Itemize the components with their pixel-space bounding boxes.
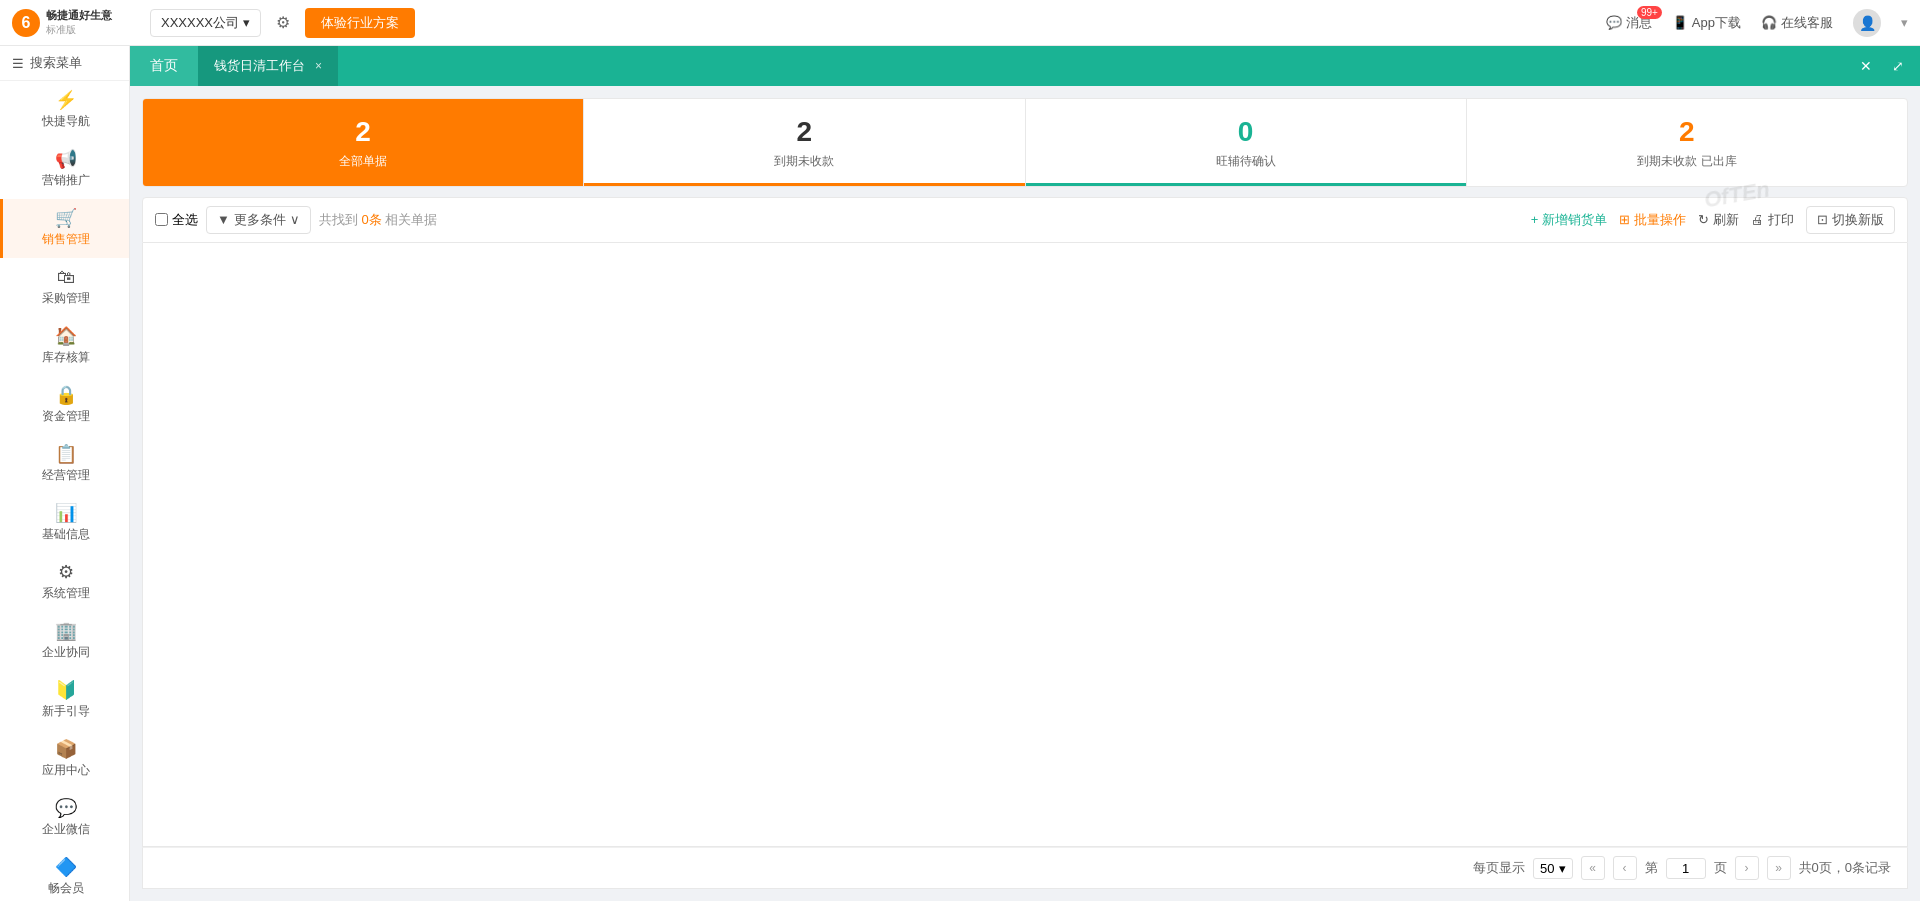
batch-ops-button[interactable]: ⊞ 批量操作 bbox=[1619, 211, 1686, 229]
content-area: 首页 钱货日清工作台 × ✕ ⤢ 2 全部单据 2 到期未收款 bbox=[130, 46, 1920, 901]
pending-indicator bbox=[1026, 183, 1466, 186]
search-icon: ☰ bbox=[12, 56, 24, 71]
guide-icon: 🔰 bbox=[55, 681, 77, 699]
next-page-button[interactable]: › bbox=[1735, 856, 1759, 880]
sidebar-item-system[interactable]: ⚙ 系统管理 bbox=[0, 553, 129, 612]
purchase-icon: 🛍 bbox=[57, 268, 75, 286]
tab-close-icon[interactable]: × bbox=[315, 59, 322, 73]
batch-icon: ⊞ bbox=[1619, 212, 1630, 227]
download-icon: 📱 bbox=[1672, 15, 1688, 30]
page-content: 2 全部单据 2 到期未收款 0 旺辅待确认 2 到期未收款 已出库 bbox=[130, 86, 1920, 901]
operation-icon: 📋 bbox=[55, 445, 77, 463]
quick-nav-icon: ⚡ bbox=[55, 91, 77, 109]
page-number-input[interactable] bbox=[1666, 858, 1706, 879]
prev-page-button[interactable]: ‹ bbox=[1613, 856, 1637, 880]
message-button[interactable]: 💬 消息 99+ bbox=[1606, 14, 1652, 32]
tab-bar: 首页 钱货日清工作台 × ✕ ⤢ bbox=[130, 46, 1920, 86]
inventory-icon: 🏠 bbox=[55, 327, 77, 345]
logo-icon: 6 bbox=[12, 9, 40, 37]
tab-expand-button[interactable]: ⤢ bbox=[1886, 54, 1910, 78]
refresh-icon: ↻ bbox=[1698, 212, 1709, 227]
filter-icon: ▼ bbox=[217, 212, 230, 227]
message-icon: 💬 bbox=[1606, 15, 1622, 30]
system-icon: ⚙ bbox=[58, 563, 74, 581]
sidebar-item-quick-nav[interactable]: ⚡ 快捷导航 bbox=[0, 81, 129, 140]
sidebar-item-finance[interactable]: 🔒 资金管理 bbox=[0, 376, 129, 435]
stat-card-overdue[interactable]: 2 到期未收款 bbox=[584, 99, 1025, 186]
filter-button[interactable]: ▼ 更多条件 ∨ bbox=[206, 206, 311, 234]
sidebar-item-apps[interactable]: 📦 应用中心 bbox=[0, 730, 129, 789]
sidebar-item-wechat[interactable]: 💬 企业微信 bbox=[0, 789, 129, 848]
tab-qhrc[interactable]: 钱货日清工作台 × bbox=[198, 46, 338, 86]
toolbar-right: + 新增销货单 ⊞ 批量操作 ↻ 刷新 🖨 打印 ⊡ bbox=[1531, 206, 1895, 234]
pagination-bar: 每页显示 50 ▾ « ‹ 第 页 › » 共0页，0条记录 bbox=[142, 847, 1908, 889]
chevron-down-icon: ▾ bbox=[243, 15, 250, 30]
company-selector[interactable]: XXXXXX公司 ▾ bbox=[150, 9, 261, 37]
stat-card-shipped[interactable]: 2 到期未收款 已出库 bbox=[1467, 99, 1907, 186]
chevron-filter-icon: ∨ bbox=[290, 212, 300, 227]
overdue-indicator bbox=[584, 183, 1024, 186]
main-layout: ☰ 搜索菜单 ⚡ 快捷导航 📢 营销推广 🛒 销售管理 🛍 采购管理 🏠 库存核… bbox=[0, 46, 1920, 901]
page-label: 第 bbox=[1645, 859, 1658, 877]
select-all-input[interactable] bbox=[155, 213, 168, 226]
service-icon: 🎧 bbox=[1761, 15, 1777, 30]
chevron-pagesize-icon: ▾ bbox=[1559, 861, 1566, 876]
online-service-button[interactable]: 🎧 在线客服 bbox=[1761, 14, 1833, 32]
user-name: ▾ bbox=[1901, 15, 1908, 30]
tab-minimize-button[interactable]: ✕ bbox=[1854, 54, 1878, 78]
search-menu-item[interactable]: ☰ 搜索菜单 bbox=[0, 46, 129, 81]
avatar[interactable]: 👤 bbox=[1853, 9, 1881, 37]
print-button[interactable]: 🖨 打印 bbox=[1751, 211, 1794, 229]
basic-info-icon: 📊 bbox=[55, 504, 77, 522]
logo-text: 畅捷通好生意 标准版 bbox=[46, 8, 112, 37]
add-sale-button[interactable]: + 新增销货单 bbox=[1531, 211, 1607, 229]
tab-bar-actions: ✕ ⤢ bbox=[1854, 54, 1920, 78]
top-header: 6 畅捷通好生意 标准版 XXXXXX公司 ▾ ⚙ 体验行业方案 💬 消息 99… bbox=[0, 0, 1920, 46]
print-icon: 🖨 bbox=[1751, 212, 1764, 227]
total-info: 共0页，0条记录 bbox=[1799, 859, 1891, 877]
toolbar: 全选 ▼ 更多条件 ∨ 共找到 0条 相关单据 + 新增销货单 bbox=[142, 197, 1908, 243]
last-page-button[interactable]: » bbox=[1767, 856, 1791, 880]
found-text: 共找到 0条 相关单据 bbox=[319, 211, 437, 229]
sidebar-item-enterprise[interactable]: 🏢 企业协同 bbox=[0, 612, 129, 671]
app-download-button[interactable]: 📱 App下载 bbox=[1672, 14, 1741, 32]
wechat-icon: 💬 bbox=[55, 799, 77, 817]
stat-card-all[interactable]: 2 全部单据 bbox=[143, 99, 584, 186]
page-size-select[interactable]: 50 ▾ bbox=[1533, 858, 1572, 879]
enterprise-icon: 🏢 bbox=[55, 622, 77, 640]
trial-button[interactable]: 体验行业方案 bbox=[305, 8, 415, 38]
first-page-button[interactable]: « bbox=[1581, 856, 1605, 880]
sidebar-item-sales[interactable]: 🛒 销售管理 bbox=[0, 199, 129, 258]
switch-icon: ⊡ bbox=[1817, 212, 1828, 227]
header-right: 💬 消息 99+ 📱 App下载 🎧 在线客服 👤 ▾ bbox=[1606, 9, 1908, 37]
refresh-button[interactable]: ↻ 刷新 bbox=[1698, 211, 1739, 229]
sidebar-item-purchase[interactable]: 🛍 采购管理 bbox=[0, 258, 129, 317]
message-badge: 99+ bbox=[1637, 6, 1662, 19]
page-end-label: 页 bbox=[1714, 859, 1727, 877]
table-area bbox=[142, 243, 1908, 847]
settings-icon[interactable]: ⚙ bbox=[269, 9, 297, 37]
marketing-icon: 📢 bbox=[55, 150, 77, 168]
sidebar-item-operation[interactable]: 📋 经营管理 bbox=[0, 435, 129, 494]
sales-icon: 🛒 bbox=[55, 209, 77, 227]
sidebar: ☰ 搜索菜单 ⚡ 快捷导航 📢 营销推广 🛒 销售管理 🛍 采购管理 🏠 库存核… bbox=[0, 46, 130, 901]
member-icon: 🔷 bbox=[55, 858, 77, 876]
page-size-label: 每页显示 bbox=[1473, 859, 1525, 877]
select-all-checkbox[interactable]: 全选 bbox=[155, 211, 198, 229]
stats-area: 2 全部单据 2 到期未收款 0 旺辅待确认 2 到期未收款 已出库 bbox=[142, 98, 1908, 187]
apps-icon: 📦 bbox=[55, 740, 77, 758]
sidebar-item-inventory[interactable]: 🏠 库存核算 bbox=[0, 317, 129, 376]
sidebar-item-guide[interactable]: 🔰 新手引导 bbox=[0, 671, 129, 730]
sidebar-item-basic-info[interactable]: 📊 基础信息 bbox=[0, 494, 129, 553]
logo-area: 6 畅捷通好生意 标准版 bbox=[12, 8, 142, 37]
sidebar-item-member[interactable]: 🔷 畅会员 bbox=[0, 848, 129, 901]
finance-icon: 🔒 bbox=[55, 386, 77, 404]
tab-home[interactable]: 首页 bbox=[130, 46, 198, 86]
stat-card-pending[interactable]: 0 旺辅待确认 bbox=[1026, 99, 1467, 186]
switch-new-button[interactable]: ⊡ 切换新版 bbox=[1806, 206, 1895, 234]
sidebar-item-marketing[interactable]: 📢 营销推广 bbox=[0, 140, 129, 199]
